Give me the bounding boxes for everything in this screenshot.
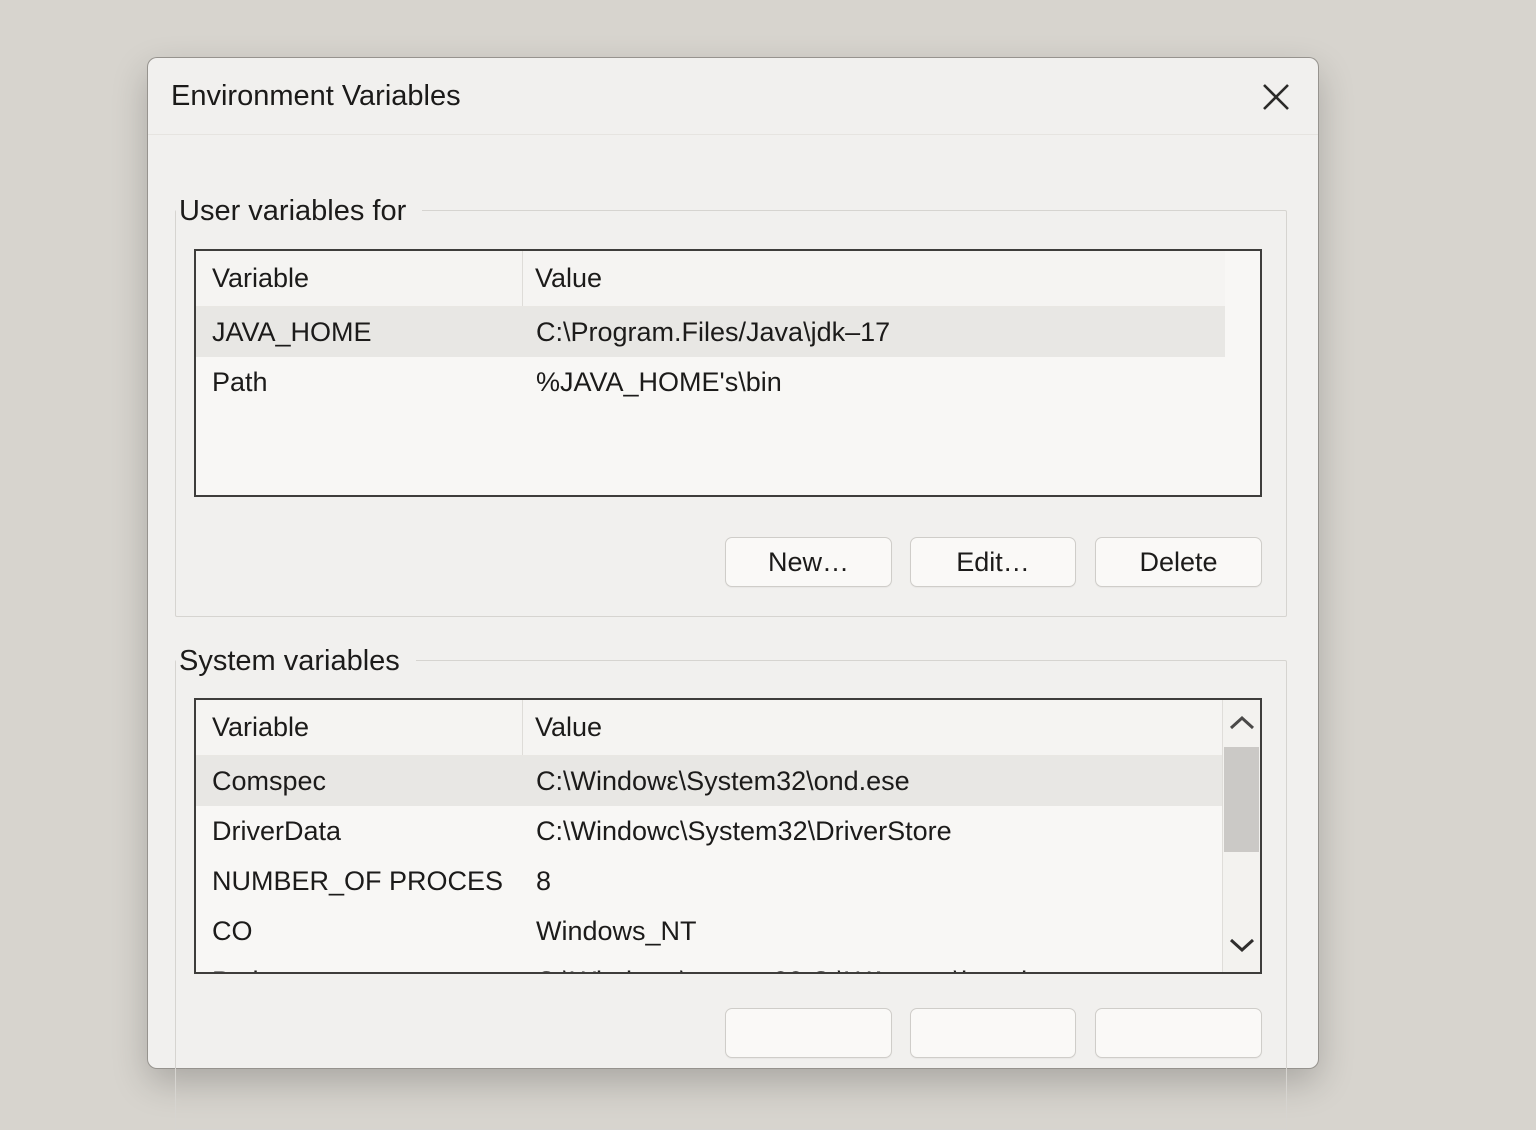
scrollbar-thumb[interactable] (1224, 747, 1259, 852)
table-row[interactable]: DriverData C:\Windowc\System32\DriverSto… (196, 806, 1225, 856)
title-bar: Environment Variables (148, 58, 1318, 135)
table-row[interactable]: JAVA_HOME C:\Program.Files/Java\jdk–17 (196, 307, 1225, 357)
value-column-header[interactable]: Value (523, 251, 1225, 306)
value-cell: C:\Windowε\System32\ond.ese (536, 765, 910, 796)
variable-column-header[interactable]: Variable (196, 251, 523, 306)
table-row[interactable]: CO Windows_NT (196, 906, 1225, 956)
system-delete-button[interactable] (1095, 1008, 1262, 1058)
vertical-scrollbar[interactable] (1222, 700, 1260, 972)
variable-cell: Comspec (212, 765, 327, 796)
value-cell: C:\Windowc\System32\DriverStore (536, 815, 952, 846)
close-button[interactable] (1252, 73, 1300, 121)
variable-cell: NUMBER_OF PROCES (212, 865, 504, 896)
value-cell: Windows_NT (536, 915, 697, 946)
system-table-rows: Comspec C:\Windowε\System32\ond.ese Driv… (196, 756, 1260, 973)
scroll-up-button[interactable] (1223, 700, 1260, 746)
user-variables-table: Variable Value JAVA_HOME C:\Program.File… (194, 249, 1262, 497)
user-delete-button[interactable]: Delete (1095, 537, 1262, 587)
variable-cell: DriverData (212, 815, 342, 846)
variable-cell: CO (212, 915, 253, 946)
user-edit-button[interactable]: Edit… (910, 537, 1076, 587)
table-row[interactable]: Comspec C:\Windowε\System32\ond.ese (196, 756, 1225, 806)
value-column-header[interactable]: Value (523, 700, 1225, 755)
system-variables-group: System variables Variable Value Comspec … (175, 641, 1287, 1130)
value-cell: C:\Windows\system32 C:\WA tears\inned (524, 966, 1225, 973)
value-cell: %JAVA_HOME's\bin (536, 366, 782, 397)
table-row[interactable]: Path C:\Windows\system32 C:\WA tears\inn… (196, 956, 1225, 973)
environment-variables-dialog: Environment Variables User variables for… (148, 58, 1318, 1130)
variable-cell: Path (196, 966, 524, 973)
variable-cell: Path (212, 366, 268, 397)
close-icon (1263, 84, 1289, 110)
system-table-header: Variable Value (196, 700, 1225, 756)
table-row[interactable]: Path %JAVA_HOME's\bin (196, 357, 1225, 407)
system-variables-label: System variables (176, 641, 416, 681)
value-cell: 8 (536, 865, 552, 896)
user-variables-label: User variables for (176, 191, 423, 231)
value-cell: C:\Program.Files/Java\jdk–17 (536, 316, 891, 347)
user-table-header: Variable Value (196, 251, 1225, 307)
system-new-button[interactable] (725, 1008, 892, 1058)
variable-column-header[interactable]: Variable (196, 700, 523, 755)
dialog-title: Environment Variables (171, 79, 461, 112)
scroll-down-button[interactable] (1223, 922, 1260, 968)
system-variables-table: Variable Value Comspec C:\Windowε\System… (194, 698, 1262, 974)
system-edit-button[interactable] (910, 1008, 1076, 1058)
chevron-up-icon (1229, 715, 1254, 730)
variable-cell: JAVA_HOME (212, 316, 372, 347)
chevron-down-icon (1229, 938, 1254, 953)
user-table-rows: JAVA_HOME C:\Program.Files/Java\jdk–17 P… (196, 307, 1260, 407)
table-row[interactable]: NUMBER_OF PROCES 8 (196, 856, 1225, 906)
user-new-button[interactable]: New… (725, 537, 892, 587)
